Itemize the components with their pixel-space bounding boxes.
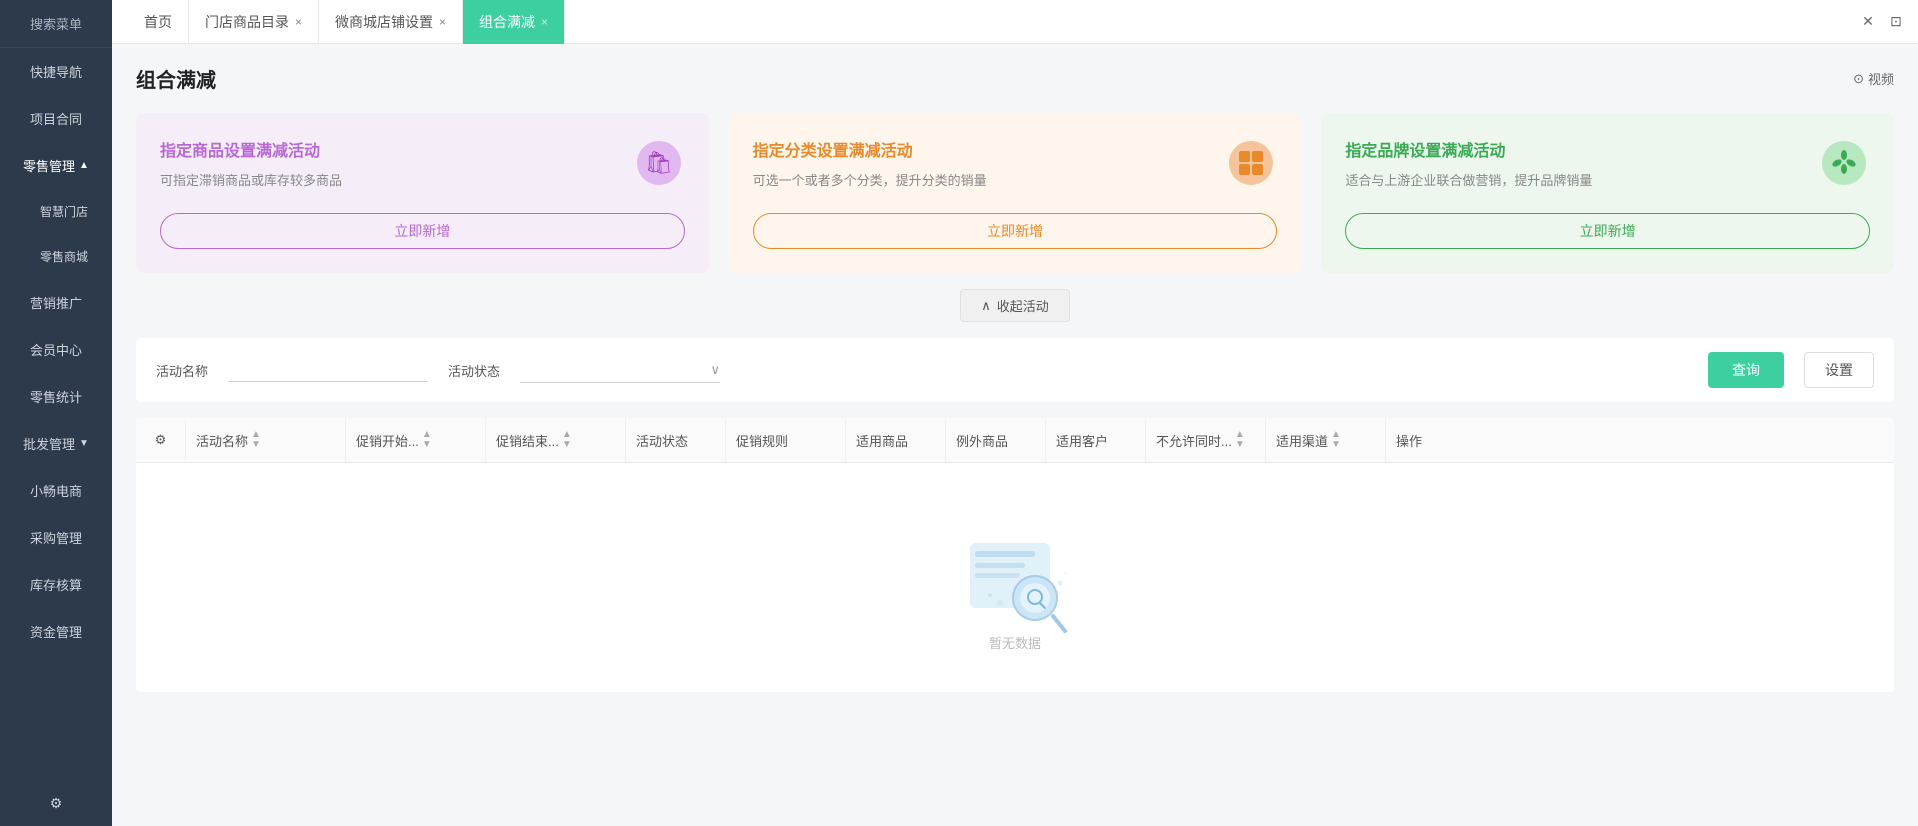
sidebar-item-label: 小畅电商: [30, 481, 82, 500]
product-card-icon: 🛍: [637, 141, 681, 185]
collapse-bar: ∧ 收起活动: [136, 289, 1894, 322]
tab-wechat-settings[interactable]: 微商城店铺设置 ×: [319, 0, 463, 44]
tab-bar: 首页 门店商品目录 × 微商城店铺设置 × 组合满减 × ✕ ⊡: [112, 0, 1918, 44]
sort-icon: ▲▼: [422, 430, 432, 450]
sidebar-item-retail-stats[interactable]: 零售统计: [0, 373, 112, 420]
sidebar-item-label: 零售商城: [40, 248, 88, 265]
brand-card-desc: 适合与上游企业联合做营销，提升品牌销量: [1345, 171, 1870, 197]
sidebar-item-label: 批发管理: [23, 434, 75, 453]
product-promo-card: 指定商品设置满减活动 🛍 可指定滞销商品或库存较多商品 立即新增: [136, 113, 709, 273]
sidebar-item-wholesale-mgmt[interactable]: 批发管理 ▼: [0, 420, 112, 467]
tab-home[interactable]: 首页: [128, 0, 189, 44]
sidebar-item-retail-mgmt[interactable]: 零售管理 ▲: [0, 142, 112, 189]
chevron-down-icon: ∨: [711, 362, 721, 378]
category-card-title: 指定分类设置满减活动: [753, 137, 1278, 161]
brand-card-add-button[interactable]: 立即新增: [1345, 213, 1870, 249]
play-icon: ⊙: [1853, 71, 1864, 87]
tab-store-catalog[interactable]: 门店商品目录 ×: [189, 0, 319, 44]
product-card-title: 指定商品设置满减活动: [160, 137, 685, 161]
sidebar-item-label: 会员中心: [30, 340, 82, 359]
main-area: 首页 门店商品目录 × 微商城店铺设置 × 组合满减 × ✕ ⊡ 组合满减 ⊙ …: [112, 0, 1918, 826]
th-customer: 适用客户: [1046, 419, 1146, 462]
sidebar-item-fund-mgmt[interactable]: 资金管理: [0, 608, 112, 655]
tab-combo-discount[interactable]: 组合满减 ×: [463, 0, 565, 44]
category-card-add-button[interactable]: 立即新增: [753, 213, 1278, 249]
product-card-desc: 可指定滞销商品或库存较多商品: [160, 171, 685, 197]
query-button[interactable]: 查询: [1708, 352, 1784, 388]
brand-card-icon: [1822, 141, 1866, 185]
th-channel[interactable]: 适用渠道 ▲▼: [1266, 418, 1386, 462]
collapse-activities-button[interactable]: ∧ 收起活动: [960, 289, 1070, 322]
th-rule: 促销规则: [726, 419, 846, 462]
sidebar-item-label: 库存核算: [30, 575, 82, 594]
th-nosame[interactable]: 不允许同时... ▲▼: [1146, 418, 1266, 462]
empty-state: 暂无数据: [136, 463, 1894, 692]
sidebar-item-xiaochangec[interactable]: 小畅电商: [0, 467, 112, 514]
page-content: 组合满减 ⊙ 视频 指定商品设置满减活动 🛍 可指定滞销商品或库存较多商品 立即…: [112, 44, 1918, 826]
th-except: 例外商品: [946, 419, 1046, 462]
filter-row: 活动名称 活动状态 ∨ 查询 设置: [136, 338, 1894, 402]
sidebar-item-label: 快捷导航: [30, 62, 82, 81]
sidebar-item-label: 零售统计: [30, 387, 82, 406]
tab-bar-controls: ✕ ⊡: [1858, 12, 1906, 32]
close-window-icon[interactable]: ✕: [1858, 12, 1878, 32]
empty-text: 暂无数据: [989, 633, 1041, 652]
sort-icon: ▲▼: [251, 430, 261, 450]
brand-promo-card: 指定品牌设置满减活动 适合与上游企业联合做营销，提升品牌销量 立即新增: [1321, 113, 1894, 273]
sidebar-search[interactable]: 搜索菜单: [0, 0, 112, 48]
product-card-add-button[interactable]: 立即新增: [160, 213, 685, 249]
sidebar-item-smart-store[interactable]: 智慧门店: [0, 189, 112, 234]
filter-status-label: 活动状态: [448, 361, 500, 380]
gear-icon: ⚙: [50, 795, 63, 811]
chevron-down-icon: ▼: [79, 438, 89, 449]
filter-name-input[interactable]: [228, 358, 428, 382]
sidebar-item-quick-nav[interactable]: 快捷导航: [0, 48, 112, 95]
video-button[interactable]: ⊙ 视频: [1853, 69, 1894, 88]
gear-icon: ⚙: [155, 432, 167, 448]
sort-icon: ▲▼: [1235, 430, 1245, 450]
th-name[interactable]: 活动名称 ▲▼: [186, 418, 346, 462]
table-header: ⚙ 活动名称 ▲▼ 促销开始... ▲▼ 促销结束... ▲▼ 活动状态: [136, 418, 1894, 463]
th-settings[interactable]: ⚙: [136, 420, 186, 460]
category-promo-card: 指定分类设置满减活动 可选一个或者多个分类，提升分类的销量 立即新增: [729, 113, 1302, 273]
promo-cards-row: 指定商品设置满减活动 🛍 可指定滞销商品或库存较多商品 立即新增 指定分类设置满…: [136, 113, 1894, 273]
sort-icon: ▲▼: [562, 430, 572, 450]
sidebar-item-label: 营销推广: [30, 293, 82, 312]
sort-icon: ▲▼: [1331, 430, 1341, 450]
sidebar: 搜索菜单 快捷导航 项目合同 零售管理 ▲ 智慧门店 零售商城 营销推广 会员中…: [0, 0, 112, 826]
th-end[interactable]: 促销结束... ▲▼: [486, 418, 626, 462]
sidebar-item-project-contract[interactable]: 项目合同: [0, 95, 112, 142]
page-title: 组合满减: [136, 64, 216, 93]
sidebar-item-label: 智慧门店: [40, 203, 88, 220]
sidebar-item-retail-mall[interactable]: 零售商城: [0, 234, 112, 279]
th-start[interactable]: 促销开始... ▲▼: [346, 418, 486, 462]
chevron-up-icon: ▲: [79, 160, 89, 171]
filter-name-label: 活动名称: [156, 361, 208, 380]
chevron-up-icon: ∧: [981, 298, 991, 314]
sidebar-item-label: 资金管理: [30, 622, 82, 641]
settings-button[interactable]: 设置: [1804, 352, 1874, 388]
close-tab-store-catalog[interactable]: ×: [295, 15, 302, 29]
sidebar-item-marketing[interactable]: 营销推广: [0, 279, 112, 326]
sidebar-item-purchase-mgmt[interactable]: 采购管理: [0, 514, 112, 561]
close-tab-combo-discount[interactable]: ×: [541, 15, 548, 29]
sidebar-item-label: 项目合同: [30, 109, 82, 128]
th-goods: 适用商品: [846, 419, 946, 462]
sidebar-item-label: 采购管理: [30, 528, 82, 547]
page-header: 组合满减 ⊙ 视频: [136, 64, 1894, 93]
sidebar-item-label: 零售管理: [23, 156, 75, 175]
sidebar-item-member-center[interactable]: 会员中心: [0, 326, 112, 373]
th-op: 操作: [1386, 419, 1894, 462]
category-card-desc: 可选一个或者多个分类，提升分类的销量: [753, 171, 1278, 197]
close-tab-wechat-settings[interactable]: ×: [439, 15, 446, 29]
data-table: ⚙ 活动名称 ▲▼ 促销开始... ▲▼ 促销结束... ▲▼ 活动状态: [136, 418, 1894, 692]
th-status: 活动状态: [626, 419, 726, 462]
sidebar-settings-btn[interactable]: ⚙: [0, 781, 112, 826]
brand-card-title: 指定品牌设置满减活动: [1345, 137, 1870, 161]
filter-status-select[interactable]: ∨: [520, 358, 720, 383]
expand-icon[interactable]: ⊡: [1886, 12, 1906, 32]
sidebar-item-inventory[interactable]: 库存核算: [0, 561, 112, 608]
empty-illustration: [945, 523, 1085, 633]
